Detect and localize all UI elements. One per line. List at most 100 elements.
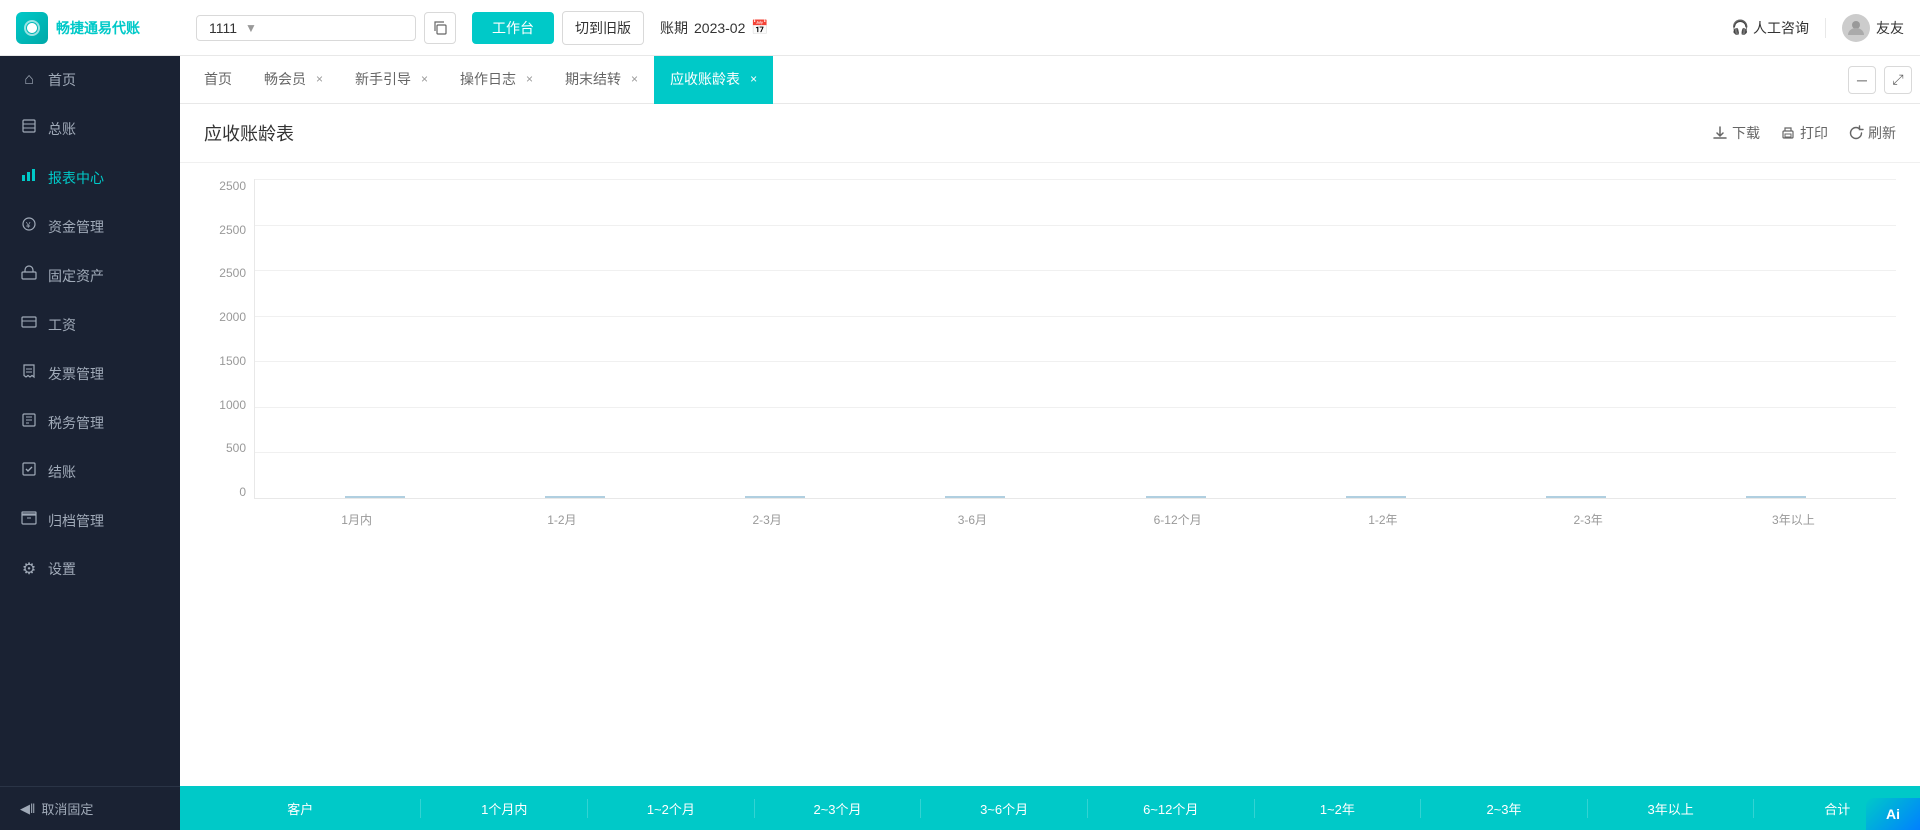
sidebar-item-checkout[interactable]: 结账 — [0, 447, 180, 496]
th-6-12month: 6~12个月 — [1088, 799, 1255, 818]
tab-member-close[interactable]: × — [316, 72, 323, 86]
bar-2-3month — [745, 496, 805, 498]
tab-oplog[interactable]: 操作日志 × — [444, 56, 549, 104]
top-header: 畅捷通易代账 1111 ▼ 工作台 切到旧版 账期 2023-02 📅 🎧 人工… — [0, 0, 1920, 56]
chart-container: 2500 2500 2500 2000 1500 1000 500 0 — [204, 179, 1896, 539]
sidebar-item-settings[interactable]: ⚙ 设置 — [0, 545, 180, 593]
tabs-bar: 首页 畅会员 × 新手引导 × 操作日志 × 期末结转 × 应收账龄表 × — [180, 56, 1920, 104]
sidebar-label-ledger: 总账 — [48, 119, 76, 139]
tax-icon — [20, 412, 38, 433]
sidebar-bottom: ◀‖ 取消固定 — [0, 786, 180, 830]
company-selector[interactable]: 1111 ▼ — [196, 15, 416, 41]
sidebar-label-checkout: 结账 — [48, 462, 76, 482]
table-header: 客户 1个月内 1~2个月 2~3个月 3~6个月 6~12个月 1~2年 2~… — [180, 786, 1920, 830]
tab-member-label: 畅会员 — [264, 69, 306, 89]
support-button[interactable]: 🎧 人工咨询 — [1732, 18, 1809, 38]
tab-aging-close[interactable]: × — [750, 72, 757, 86]
cancel-fixed-button[interactable]: ◀‖ 取消固定 — [0, 787, 180, 830]
user-area[interactable]: 友友 — [1842, 14, 1904, 42]
print-button[interactable]: 打印 — [1780, 123, 1828, 143]
sidebar-item-assets[interactable]: 固定资产 — [0, 251, 180, 300]
th-1-2year: 1~2年 — [1255, 799, 1422, 818]
tab-minimize-button[interactable]: ─ — [1848, 66, 1876, 94]
download-button[interactable]: 下载 — [1712, 123, 1760, 143]
page-content: 应收账龄表 下载 — [180, 104, 1920, 830]
y-label-2000: 2000 — [219, 310, 246, 324]
tab-aging[interactable]: 应收账龄表 × — [654, 56, 773, 104]
sidebar-item-funds[interactable]: ¥ 资金管理 — [0, 202, 180, 251]
workbench-button[interactable]: 工作台 — [472, 12, 554, 44]
bar-group-1month — [275, 496, 475, 498]
sidebar-item-tax[interactable]: 税务管理 — [0, 398, 180, 447]
sidebar-item-salary[interactable]: 工资 — [0, 300, 180, 349]
th-2-3month: 2~3个月 — [755, 799, 922, 818]
bar-1-2month — [545, 496, 605, 498]
funds-icon: ¥ — [20, 216, 38, 237]
sidebar-item-archive[interactable]: 归档管理 — [0, 496, 180, 545]
th-3-6month: 3~6个月 — [921, 799, 1088, 818]
sidebar-item-reports[interactable]: 报表中心 — [0, 153, 180, 202]
bar-group-1-2year — [1276, 496, 1476, 498]
logo-text: 畅捷通易代账 — [56, 18, 140, 38]
chart-area: 2500 2500 2500 2000 1500 1000 500 0 — [180, 163, 1920, 786]
tab-period-end[interactable]: 期末结转 × — [549, 56, 654, 104]
tab-home-label: 首页 — [204, 69, 232, 89]
page-actions: 下载 打印 — [1712, 123, 1896, 143]
ai-badge[interactable]: Ai — [1866, 798, 1920, 830]
tab-period-end-close[interactable]: × — [631, 72, 638, 86]
period-label: 账期 — [660, 18, 688, 38]
cancel-fixed-label: 取消固定 — [41, 799, 93, 818]
tab-period-end-label: 期末结转 — [565, 69, 621, 89]
refresh-label: 刷新 — [1868, 123, 1896, 143]
sidebar-label-tax: 税务管理 — [48, 413, 104, 433]
tab-home[interactable]: 首页 — [188, 56, 248, 104]
tab-guide-label: 新手引导 — [355, 69, 411, 89]
y-label-2500c: 2500 — [219, 266, 246, 280]
sidebar-label-assets: 固定资产 — [48, 266, 104, 286]
copy-button[interactable] — [424, 12, 456, 44]
tab-guide[interactable]: 新手引导 × — [339, 56, 444, 104]
sidebar-item-ledger[interactable]: 总账 — [0, 104, 180, 153]
print-label: 打印 — [1800, 123, 1828, 143]
calendar-icon[interactable]: 📅 — [751, 19, 768, 36]
bar-group-2-3month — [675, 496, 875, 498]
refresh-button[interactable]: 刷新 — [1848, 123, 1896, 143]
plot-area — [254, 179, 1896, 499]
x-label-2-3month: 2-3月 — [665, 499, 870, 539]
bar-group-2-3year — [1476, 496, 1676, 498]
tab-maximize-button[interactable]: ⤢ — [1884, 66, 1912, 94]
tab-oplog-close[interactable]: × — [526, 72, 533, 86]
support-label: 人工咨询 — [1753, 18, 1809, 38]
x-label-6-12month: 6-12个月 — [1075, 499, 1280, 539]
main-layout: ⌂ 首页 总账 报表中心 — [0, 56, 1920, 830]
sidebar-label-archive: 归档管理 — [48, 511, 104, 531]
sidebar: ⌂ 首页 总账 报表中心 — [0, 56, 180, 830]
home-icon: ⌂ — [20, 71, 38, 89]
tab-oplog-label: 操作日志 — [460, 69, 516, 89]
download-label: 下载 — [1732, 123, 1760, 143]
checkout-icon — [20, 461, 38, 482]
y-label-0: 0 — [239, 485, 246, 499]
x-axis: 1月内 1-2月 2-3月 3-6月 6-12个月 1-2年 2-3年 3年以上 — [254, 499, 1896, 539]
sidebar-item-home[interactable]: ⌂ 首页 — [0, 56, 180, 104]
tab-guide-close[interactable]: × — [421, 72, 428, 86]
sidebar-item-invoice[interactable]: 发票管理 — [0, 349, 180, 398]
company-name: 1111 — [209, 20, 237, 36]
ledger-icon — [20, 118, 38, 139]
bar-group-6-12month — [1076, 496, 1276, 498]
x-label-2-3year: 2-3年 — [1486, 499, 1691, 539]
invoice-icon — [20, 363, 38, 384]
sidebar-label-home: 首页 — [48, 70, 76, 90]
switch-version-button[interactable]: 切到旧版 — [562, 11, 644, 45]
chevron-down-icon: ▼ — [245, 21, 257, 35]
th-customer: 客户 — [180, 799, 421, 818]
tab-aging-label: 应收账龄表 — [670, 69, 740, 89]
bar-2-3year — [1546, 496, 1606, 498]
y-label-2500b: 2500 — [219, 223, 246, 237]
tab-member[interactable]: 畅会员 × — [248, 56, 339, 104]
pin-icon: ◀‖ — [20, 801, 35, 817]
reports-icon — [20, 167, 38, 188]
y-axis: 2500 2500 2500 2000 1500 1000 500 0 — [204, 179, 254, 499]
x-label-3-6month: 3-6月 — [870, 499, 1075, 539]
period-value: 2023-02 — [694, 20, 745, 36]
